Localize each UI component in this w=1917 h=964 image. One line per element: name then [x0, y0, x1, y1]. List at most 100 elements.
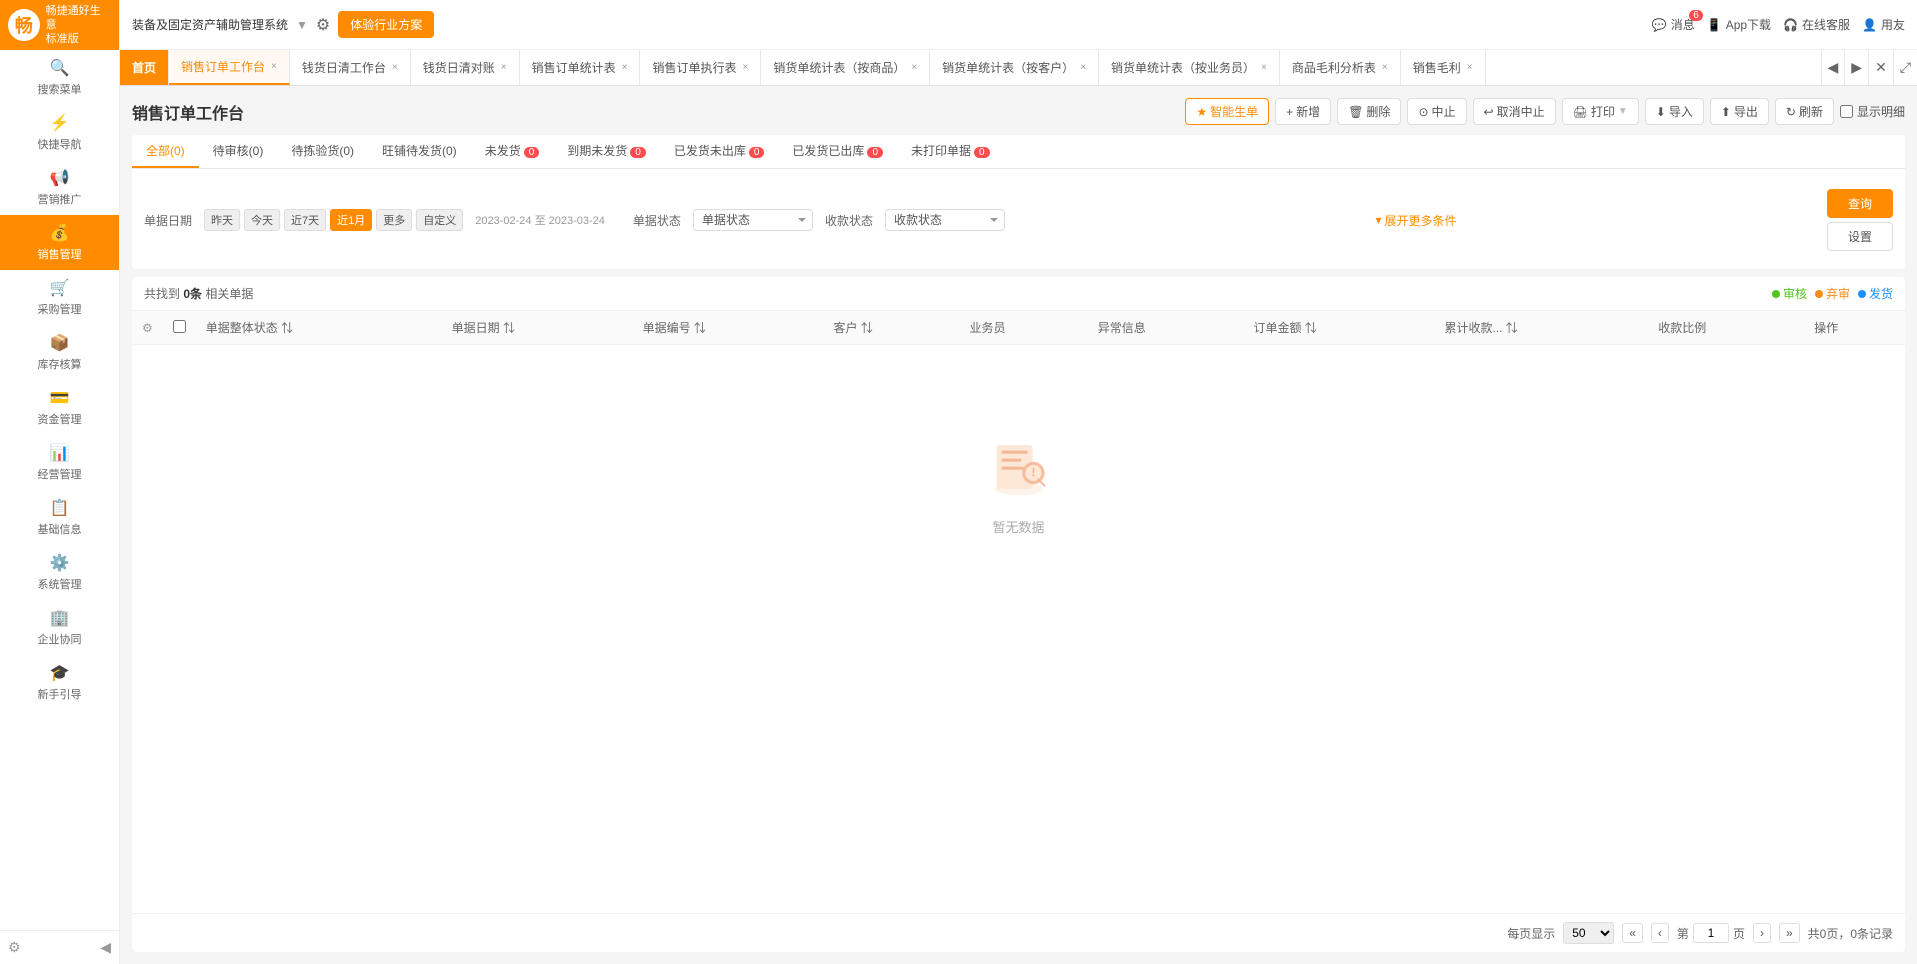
sidebar-item-finance[interactable]: 💳资金管理 — [0, 380, 119, 435]
collapse-icon[interactable]: ◀ — [100, 939, 111, 956]
table-scroll-container[interactable]: ⚙ 单据整体状态 ⇅ 单据日期 ⇅ 单据编号 ⇅ 客户 ⇅ 业务员 异常信息 订… — [132, 311, 1905, 913]
tab-maximize[interactable]: ⤢ — [1893, 50, 1917, 86]
sidebar-item-purchase[interactable]: 🛒采购管理 — [0, 270, 119, 325]
sidebar-item-marketing[interactable]: 📢营销推广 — [0, 160, 119, 215]
sidebar-item-inventory[interactable]: 📦库存核算 — [0, 325, 119, 380]
tab-close-cash-daily-workbench[interactable]: × — [392, 62, 398, 73]
date-btn-自定义[interactable]: 自定义 — [416, 209, 463, 231]
tab-sales-order-stats[interactable]: 销售订单统计表× — [520, 50, 641, 85]
tab-label-cash-daily-workbench: 钱货日清工作台 — [302, 59, 386, 76]
tab-close-sales-stats-product[interactable]: × — [911, 62, 917, 73]
per-page-select[interactable]: 102050100 — [1563, 922, 1614, 944]
tab-cash-daily-workbench[interactable]: 钱货日清工作台 × — [290, 50, 411, 85]
tab-nav-buttons: ◀ ▶ ✕ ⤢ — [1821, 50, 1917, 86]
tab-close-product-margin[interactable]: × — [1382, 62, 1388, 73]
show-detail-toggle[interactable]: 显示明细 — [1840, 103, 1905, 120]
app-download-button[interactable]: 📱 App下载 — [1707, 16, 1771, 33]
filter-tab-delivered-not-stored[interactable]: 已发货未出库0 — [660, 135, 779, 168]
date-btn-更多[interactable]: 更多 — [376, 209, 412, 231]
col-header-customer[interactable]: 客户 ⇅ — [824, 311, 960, 345]
sidebar-item-sales[interactable]: 💰销售管理 — [0, 215, 119, 270]
tab-sales-stats-customer[interactable]: 销货单统计表（按客户）× — [930, 50, 1099, 85]
deliver-button[interactable]: 发货 — [1858, 285, 1893, 302]
tab-close-sales-stats-salesman[interactable]: × — [1261, 62, 1267, 73]
col-header-date[interactable]: 单据日期 ⇅ — [442, 311, 633, 345]
filter-tab-not-delivered[interactable]: 未发货0 — [471, 135, 554, 168]
sidebar-item-basic-info[interactable]: 📋基础信息 — [0, 490, 119, 545]
select-all-checkbox[interactable] — [173, 320, 186, 333]
smart-create-button[interactable]: ★ 智能生单 — [1185, 98, 1269, 125]
unaudit-button[interactable]: 弃审 — [1815, 285, 1850, 302]
import-button[interactable]: ⬇ 导入 — [1645, 98, 1704, 125]
date-btn-近1月[interactable]: 近1月 — [330, 209, 372, 231]
topbar-dropdown-icon[interactable]: ▼ — [296, 18, 308, 32]
settings-button[interactable]: 设置 — [1827, 222, 1893, 251]
sidebar-item-quick-nav[interactable]: ⚡快捷导航 — [0, 105, 119, 160]
stop-button[interactable]: ⊙ 中止 — [1407, 98, 1466, 125]
last-page-button[interactable]: » — [1779, 923, 1800, 943]
audit-button[interactable]: 审核 — [1772, 285, 1807, 302]
new-button[interactable]: + 新增 — [1275, 98, 1331, 125]
tab-close-sales-order-execute[interactable]: × — [742, 62, 748, 73]
filter-tab-pending-review[interactable]: 待审核(0) — [199, 135, 278, 168]
sidebar-item-enterprise[interactable]: 🏢企业协同 — [0, 600, 119, 655]
tab-scroll-left[interactable]: ◀ — [1821, 50, 1845, 86]
tab-close-sales-stats-customer[interactable]: × — [1080, 62, 1086, 73]
filter-tab-not-printed[interactable]: 未打印单据0 — [897, 135, 1004, 168]
date-btn-近7天[interactable]: 近7天 — [284, 209, 326, 231]
date-btn-今天[interactable]: 今天 — [244, 209, 280, 231]
tab-product-margin[interactable]: 商品毛利分析表× — [1280, 50, 1401, 85]
cancel-stop-button[interactable]: ↩ 取消中止 — [1473, 98, 1556, 125]
next-page-button[interactable]: › — [1753, 923, 1771, 943]
tab-close-cash-reconciliation[interactable]: × — [501, 62, 507, 73]
sidebar-item-system[interactable]: ⚙️系统管理 — [0, 545, 119, 600]
export-button[interactable]: ⬆ 导出 — [1710, 98, 1769, 125]
settings-icon[interactable]: ⚙ — [8, 939, 21, 956]
message-button[interactable]: 💬 消息 6 — [1652, 16, 1695, 33]
tab-sales-order-workbench[interactable]: 销售订单工作台× — [169, 50, 290, 85]
gear-icon[interactable]: ⚙ — [316, 15, 330, 35]
delete-button[interactable]: 🗑 删除 — [1337, 98, 1401, 125]
filter-tab-pending-inspect[interactable]: 待拣验货(0) — [277, 135, 368, 168]
sidebar-item-search[interactable]: 🔍搜索菜单 — [0, 50, 119, 105]
status-filter-select[interactable]: 单据状态 — [693, 209, 813, 231]
col-header-amount[interactable]: 订单金额 ⇅ — [1244, 311, 1435, 345]
tab-close-all[interactable]: ✕ — [1868, 50, 1893, 86]
payment-filter-select[interactable]: 收款状态 — [885, 209, 1005, 231]
col-setting[interactable]: ⚙ — [132, 311, 163, 345]
date-btn-昨天[interactable]: 昨天 — [204, 209, 240, 231]
col-header-status[interactable]: 单据整体状态 ⇅ — [196, 311, 442, 345]
tab-sales-order-execute[interactable]: 销售订单执行表× — [640, 50, 761, 85]
refresh-button[interactable]: ↻ 刷新 — [1775, 98, 1834, 125]
tab-sales-stats-salesman[interactable]: 销货单统计表（按业务员）× — [1099, 50, 1280, 85]
expand-filter-button[interactable]: ▾ 展开更多条件 — [1375, 212, 1456, 229]
tab-close-sales-profit[interactable]: × — [1467, 62, 1473, 73]
filter-tab-delivered-stored[interactable]: 已发货已出库0 — [778, 135, 897, 168]
sidebar-item-newbie[interactable]: 🎓新手引导 — [0, 655, 119, 710]
col-header-cumulative[interactable]: 累计收款... ⇅ — [1434, 311, 1648, 345]
page-input[interactable] — [1693, 923, 1729, 943]
tab-sales-stats-product[interactable]: 销货单统计表（按商品）× — [761, 50, 930, 85]
tab-sales-profit[interactable]: 销售毛利× — [1401, 50, 1486, 85]
query-button[interactable]: 查询 — [1827, 189, 1893, 218]
col-header-no[interactable]: 单据编号 ⇅ — [633, 311, 824, 345]
filter-tab-all[interactable]: 全部(0) — [132, 135, 199, 168]
tab-close-sales-order-stats[interactable]: × — [622, 62, 628, 73]
print-button[interactable]: 🖨 打印 ▼ — [1562, 98, 1639, 125]
col-checkbox[interactable] — [163, 311, 196, 345]
col-header-ratio: 收款比例 — [1648, 311, 1804, 345]
filter-tab-wangpu-pending-deliver[interactable]: 旺铺待发货(0) — [368, 135, 471, 168]
industry-solution-button[interactable]: 体验行业方案 — [338, 11, 434, 38]
tab-home[interactable]: 首页 — [120, 50, 169, 85]
first-page-button[interactable]: « — [1622, 923, 1643, 943]
show-detail-checkbox[interactable] — [1840, 105, 1853, 118]
filter-tab-overdue-not-delivered[interactable]: 到期未发货0 — [553, 135, 660, 168]
user-menu[interactable]: 👤 用友 — [1862, 16, 1905, 33]
tab-scroll-right[interactable]: ▶ — [1844, 50, 1868, 86]
tab-close-sales-order-workbench[interactable]: × — [271, 61, 277, 72]
tab-label-home: 首页 — [132, 59, 156, 76]
prev-page-button[interactable]: ‹ — [1651, 923, 1669, 943]
tab-cash-reconciliation[interactable]: 钱货日清对账× — [411, 50, 520, 85]
sidebar-item-operations[interactable]: 📊经营管理 — [0, 435, 119, 490]
online-service-button[interactable]: 🎧 在线客服 — [1783, 16, 1850, 33]
